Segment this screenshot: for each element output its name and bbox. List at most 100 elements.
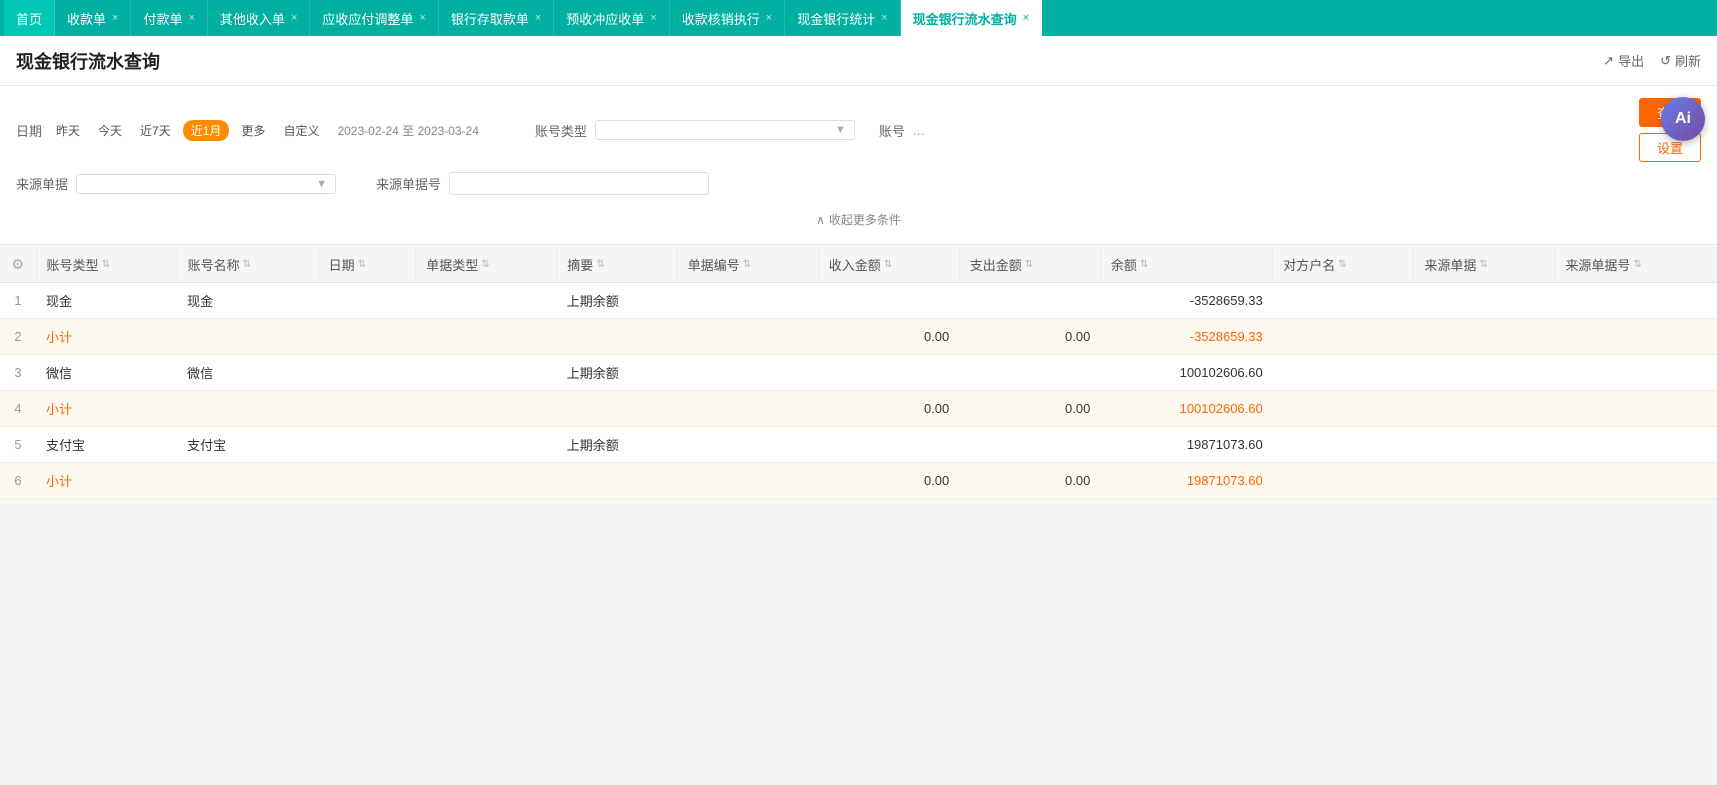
cell-source-doc-no [1555,391,1717,427]
table-row: 6小计0.000.0019871073.60 [0,463,1717,499]
account-no-dots[interactable]: ... [913,122,925,138]
cell-counterpart [1273,463,1414,499]
cell-income [818,427,959,463]
cell-income: 0.00 [818,319,959,355]
cell-counterpart [1273,283,1414,319]
col-header-summary[interactable]: 摘要⇅ [557,247,677,283]
table-wrapper: ⚙ 账号类型⇅账号名称⇅日期⇅单据类型⇅摘要⇅单据编号⇅收入金额⇅支出金额⇅余额⇅… [0,247,1717,499]
nav-tab-现金银行统计[interactable]: 现金银行统计× [785,0,900,36]
cell-account-type: 微信 [36,355,177,391]
cell-doc-no [677,283,818,319]
cell-date [318,283,416,319]
source-doc-no-label: 来源单据号 [376,174,441,193]
cell-source-doc-no [1555,283,1717,319]
date-shortcut-近7天[interactable]: 近7天 [134,120,177,141]
collapse-bar[interactable]: ∧ 收起更多条件 [16,205,1701,232]
date-shortcut-近1月[interactable]: 近1月 [183,120,230,141]
col-header-expense[interactable]: 支出金额⇅ [959,247,1100,283]
date-shortcut-更多[interactable]: 更多 [235,120,271,141]
col-header-source_doc_no[interactable]: 来源单据号⇅ [1555,247,1717,283]
page-title: 现金银行流水查询 [16,48,160,74]
cell-source-doc-no [1555,463,1717,499]
source-doc-select[interactable]: ▼ [76,174,336,194]
cell-counterpart [1273,319,1414,355]
refresh-button[interactable]: ↺ 刷新 [1660,51,1701,70]
cell-summary [557,319,677,355]
cell-source-doc [1414,355,1555,391]
cell-doc-type [416,283,557,319]
export-button[interactable]: ↗ 导出 [1603,51,1644,70]
table-row: 3微信微信上期余额100102606.60 [0,355,1717,391]
source-doc-no-input[interactable] [449,172,709,195]
account-type-select[interactable]: ▼ [595,120,855,140]
date-shortcuts: 昨天今天近7天近1月更多自定义 [50,120,325,141]
date-label: 日期 [16,121,42,140]
nav-home[interactable]: 首页 [4,0,55,36]
col-header-counterpart[interactable]: 对方户名⇅ [1273,247,1414,283]
nav-tab-预收冲应收单[interactable]: 预收冲应收单× [554,0,669,36]
data-table: ⚙ 账号类型⇅账号名称⇅日期⇅单据类型⇅摘要⇅单据编号⇅收入金额⇅支出金额⇅余额⇅… [0,247,1717,499]
collapse-icon: ∧ [816,213,825,227]
table-row: 4小计0.000.00100102606.60 [0,391,1717,427]
cell-date [318,391,416,427]
nav-tab-现金银行流水查询[interactable]: 现金银行流水查询× [901,0,1042,36]
nav-tab-收款核销执行[interactable]: 收款核销执行× [670,0,785,36]
export-icon: ↗ [1603,53,1614,69]
cell-doc-type [416,427,557,463]
cell-account-type: 支付宝 [36,427,177,463]
cell-doc-type [416,391,557,427]
cell-balance: 19871073.60 [1100,463,1272,499]
nav-tab-银行存取款单[interactable]: 银行存取款单× [439,0,554,36]
date-shortcut-昨天[interactable]: 昨天 [50,120,86,141]
nav-tab-其他收入单[interactable]: 其他收入单× [208,0,310,36]
date-shortcut-今天[interactable]: 今天 [92,120,128,141]
date-filter: 日期 昨天今天近7天近1月更多自定义 2023-02-24 至 2023-03-… [16,120,479,141]
nav-home-label: 首页 [16,9,42,28]
cell-doc-no [677,391,818,427]
cell-income [818,355,959,391]
col-header-date[interactable]: 日期⇅ [318,247,416,283]
cell-source-doc-no [1555,319,1717,355]
cell-counterpart [1273,391,1414,427]
col-header-source_doc[interactable]: 来源单据⇅ [1414,247,1555,283]
cell-doc-type [416,463,557,499]
row-index: 3 [0,355,36,391]
col-header-doc_no[interactable]: 单据编号⇅ [677,247,818,283]
cell-doc-no [677,355,818,391]
cell-balance: 19871073.60 [1100,427,1272,463]
cell-expense [959,355,1100,391]
cell-source-doc [1414,283,1555,319]
cell-account-type: 小计 [36,319,177,355]
nav-tab-应收应付调整单[interactable]: 应收应付调整单× [310,0,438,36]
col-header-income[interactable]: 收入金额⇅ [818,247,959,283]
cell-source-doc-no [1555,427,1717,463]
nav-tab-付款单[interactable]: 付款单× [131,0,207,36]
cell-account-name [177,319,318,355]
col-header-account_type[interactable]: 账号类型⇅ [36,247,177,283]
account-type-label: 账号类型 [535,121,587,140]
ai-assistant-button[interactable]: Ai [1661,97,1705,141]
ai-label: Ai [1675,110,1691,128]
cell-expense: 0.00 [959,391,1100,427]
col-header-doc_type[interactable]: 单据类型⇅ [416,247,557,283]
cell-date [318,355,416,391]
source-doc-label: 来源单据 [16,174,68,193]
col-header-gear: ⚙ [0,247,36,283]
chevron-down-icon: ▼ [835,124,846,136]
row-index: 5 [0,427,36,463]
filter-row-1: 日期 昨天今天近7天近1月更多自定义 2023-02-24 至 2023-03-… [16,98,1701,162]
account-no-filter: 账号 ... [879,121,925,140]
cell-balance: 100102606.60 [1100,355,1272,391]
col-header-balance[interactable]: 余额⇅ [1100,247,1272,283]
date-shortcut-自定义[interactable]: 自定义 [277,120,325,141]
cell-income: 0.00 [818,391,959,427]
gear-icon[interactable]: ⚙ [11,256,24,272]
page-header: 现金银行流水查询 ↗ 导出 ↺ 刷新 [0,36,1717,86]
cell-account-name: 支付宝 [177,427,318,463]
cell-summary: 上期余额 [557,355,677,391]
table-row: 2小计0.000.00-3528659.33 [0,319,1717,355]
nav-tab-收款单[interactable]: 收款单× [55,0,131,36]
col-header-account_name[interactable]: 账号名称⇅ [177,247,318,283]
date-range: 2023-02-24 至 2023-03-24 [337,122,478,139]
header-actions: ↗ 导出 ↺ 刷新 [1603,51,1701,70]
